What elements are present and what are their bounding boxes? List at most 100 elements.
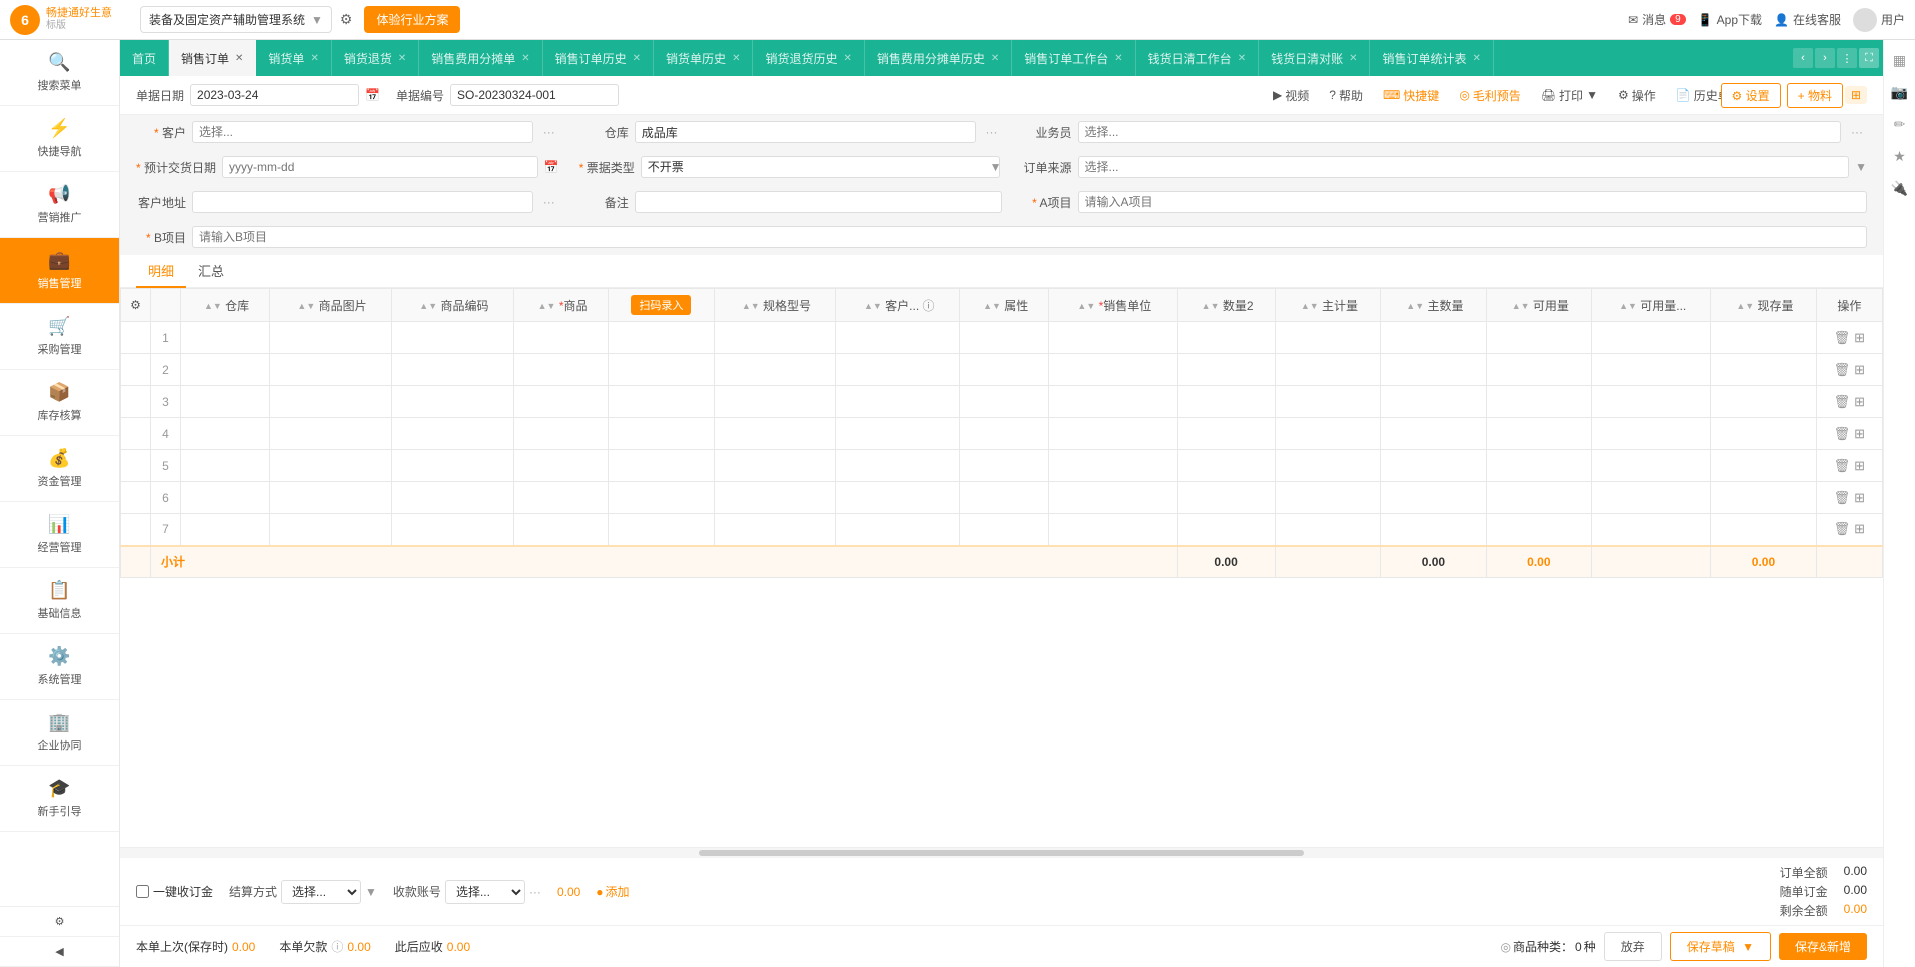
sidebar-item-purchase[interactable]: 🛒 采购管理	[0, 304, 119, 370]
tab-sales-return[interactable]: 销货退货 ✕	[332, 40, 419, 76]
discard-button[interactable]: 放弃	[1604, 932, 1662, 961]
row4-main-qty[interactable]	[1381, 418, 1486, 450]
sidebar-item-search[interactable]: 🔍 搜索菜单	[0, 40, 119, 106]
row7-delete-icon[interactable]: 🗑	[1834, 521, 1851, 537]
sidebar-item-capital[interactable]: 💰 资金管理	[0, 436, 119, 502]
row3-product[interactable]	[513, 386, 608, 418]
online-service-item[interactable]: 👤 在线客服	[1774, 11, 1841, 28]
row7-qty2[interactable]	[1177, 514, 1275, 546]
warehouse-sort[interactable]: ▲▼	[204, 303, 222, 309]
preview-btn[interactable]: ▶ 视频	[1267, 85, 1315, 106]
row3-attr[interactable]	[960, 386, 1049, 418]
row6-qty2[interactable]	[1177, 482, 1275, 514]
row2-copy-icon[interactable]: ⊞	[1854, 362, 1865, 378]
tab-sales-order-close[interactable]: ✕	[235, 53, 243, 64]
sidebar-item-basic[interactable]: 📋 基础信息	[0, 568, 119, 634]
system-selector[interactable]: 装备及固定资产辅助管理系统 ▼	[140, 6, 332, 33]
address-input[interactable]	[192, 191, 533, 213]
tab-next-btn[interactable]: ›	[1815, 48, 1835, 68]
row3-delete-icon[interactable]: 🗑	[1834, 394, 1851, 410]
row5-cust-code[interactable]	[836, 450, 960, 482]
tab-bill-history-close[interactable]: ✕	[732, 53, 740, 64]
tab-daily-reconcile[interactable]: 钱货日清对账 ✕	[1259, 40, 1370, 76]
row1-code[interactable]	[391, 322, 513, 354]
sidebar-item-inventory[interactable]: 📦 库存核算	[0, 370, 119, 436]
row4-copy-icon[interactable]: ⊞	[1854, 426, 1865, 442]
info-icon[interactable]: ⓘ	[331, 938, 343, 955]
row1-warehouse[interactable]	[181, 322, 270, 354]
save-draft-button[interactable]: 保存草稿 ▼	[1670, 932, 1771, 961]
product-img-sort[interactable]: ▲▼	[297, 303, 315, 309]
sidebar-item-enterprise[interactable]: 🏢 企业协同	[0, 700, 119, 766]
row7-spec[interactable]	[714, 514, 836, 546]
tab-sales-return-close[interactable]: ✕	[398, 53, 406, 64]
tab-expense-split[interactable]: 销售费用分摊单 ✕	[419, 40, 542, 76]
row7-code[interactable]	[391, 514, 513, 546]
add-material-btn[interactable]: + 物料	[1787, 83, 1843, 108]
sidebar-bottom-settings[interactable]: ⚙	[0, 907, 119, 937]
main-qty-sort[interactable]: ▲▼	[1406, 303, 1424, 309]
help-btn[interactable]: ? 帮助	[1323, 85, 1369, 106]
row3-main-qty[interactable]	[1381, 386, 1486, 418]
row2-code[interactable]	[391, 354, 513, 386]
b-project-input[interactable]	[192, 226, 1867, 248]
row1-main-qty[interactable]	[1381, 322, 1486, 354]
order-source-dropdown[interactable]: ▼	[1855, 160, 1867, 174]
row5-qty2[interactable]	[1177, 450, 1275, 482]
main-unit-sort[interactable]: ▲▼	[1301, 303, 1319, 309]
row7-warehouse[interactable]	[181, 514, 270, 546]
row6-product[interactable]	[513, 482, 608, 514]
sub-tab-detail[interactable]: 明细	[136, 255, 186, 288]
row3-code[interactable]	[391, 386, 513, 418]
tab-order-stats-close[interactable]: ✕	[1473, 53, 1481, 64]
calendar-icon[interactable]: 📅	[365, 88, 380, 102]
sidebar-item-operations[interactable]: 📊 经营管理	[0, 502, 119, 568]
save-draft-dropdown[interactable]: ▼	[1742, 940, 1754, 954]
product-code-sort[interactable]: ▲▼	[419, 303, 437, 309]
tab-home[interactable]: 首页	[120, 40, 169, 76]
cust-code-sort[interactable]: ▲▼	[864, 303, 882, 309]
available2-sort[interactable]: ▲▼	[1619, 303, 1637, 309]
shortcut-btn[interactable]: ⌨ 快捷键	[1377, 85, 1445, 106]
address-more[interactable]: ···	[539, 195, 559, 209]
tab-sales-order[interactable]: 销售订单 ✕	[169, 40, 256, 76]
tab-expense-history-close[interactable]: ✕	[991, 53, 999, 64]
print-btn[interactable]: 🖨 打印 ▼	[1535, 85, 1604, 106]
messages-item[interactable]: ✉ 消息 9	[1628, 11, 1686, 28]
row2-unit[interactable]	[1049, 354, 1177, 386]
right-panel-edit-icon[interactable]: ✏	[1888, 112, 1912, 136]
tab-expense-split-close[interactable]: ✕	[521, 53, 529, 64]
row3-unit[interactable]	[1049, 386, 1177, 418]
account-select[interactable]: 选择...	[445, 880, 525, 904]
row5-copy-icon[interactable]: ⊞	[1854, 458, 1865, 474]
row6-cust-code[interactable]	[836, 482, 960, 514]
right-panel-camera-icon[interactable]: 📷	[1888, 80, 1912, 104]
profit-btn[interactable]: ◎ 毛利预告	[1453, 85, 1527, 106]
col-settings-header[interactable]: ⚙	[121, 289, 151, 322]
row7-copy-icon[interactable]: ⊞	[1854, 521, 1865, 537]
tab-bill-history[interactable]: 销货单历史 ✕	[654, 40, 753, 76]
row6-delete-icon[interactable]: 🗑	[1834, 490, 1851, 506]
tab-daily-reconcile-close[interactable]: ✕	[1349, 53, 1357, 64]
cust-info-icon[interactable]: ⓘ	[923, 299, 935, 313]
row3-copy-icon[interactable]: ⊞	[1854, 394, 1865, 410]
row5-unit[interactable]	[1049, 450, 1177, 482]
sidebar-item-newbie[interactable]: 🎓 新手引导	[0, 766, 119, 832]
tab-order-history-close[interactable]: ✕	[633, 53, 641, 64]
sidebar-item-quick[interactable]: ⚡ 快捷导航	[0, 106, 119, 172]
available-sort[interactable]: ▲▼	[1512, 303, 1530, 309]
warehouse-input[interactable]	[635, 121, 976, 143]
row2-attr[interactable]	[960, 354, 1049, 386]
row1-product[interactable]	[513, 322, 608, 354]
date-input[interactable]	[190, 84, 359, 106]
row7-attr[interactable]	[960, 514, 1049, 546]
row3-spec[interactable]	[714, 386, 836, 418]
right-panel-grid-icon[interactable]: ▦	[1888, 48, 1912, 72]
unit-sort[interactable]: ▲▼	[1077, 303, 1095, 309]
sub-tab-summary[interactable]: 汇总	[186, 255, 236, 288]
row4-cust-code[interactable]	[836, 418, 960, 450]
tab-daily-workbench[interactable]: 钱货日清工作台 ✕	[1136, 40, 1259, 76]
row7-main-qty[interactable]	[1381, 514, 1486, 546]
row6-attr[interactable]	[960, 482, 1049, 514]
row2-delete-icon[interactable]: 🗑	[1834, 362, 1851, 378]
